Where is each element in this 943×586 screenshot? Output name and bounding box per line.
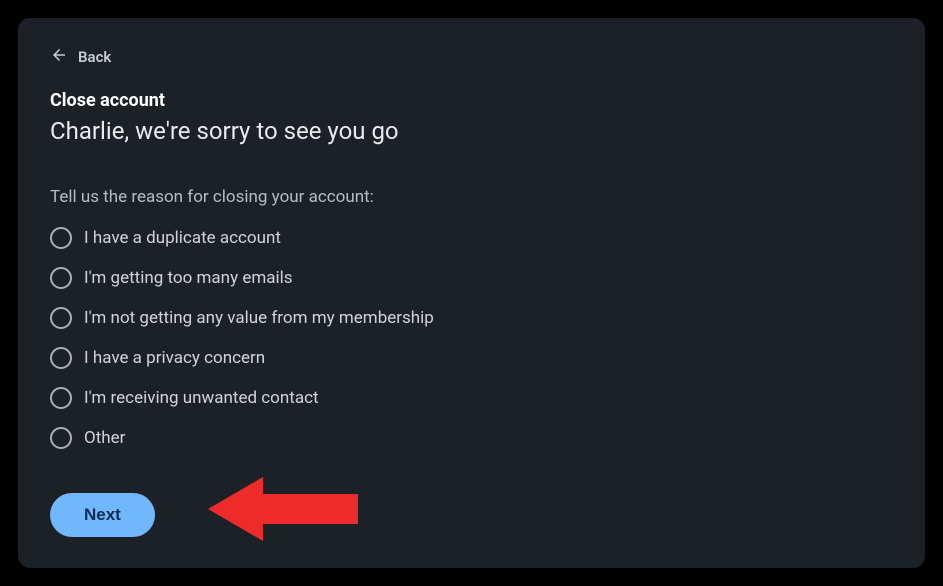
reason-option-privacy[interactable]: I have a privacy concern [50, 347, 893, 369]
back-button[interactable]: Back [50, 46, 111, 68]
option-label: I have a privacy concern [84, 348, 265, 368]
option-label: I have a duplicate account [84, 228, 281, 248]
reason-prompt: Tell us the reason for closing your acco… [50, 187, 893, 207]
radio-icon [50, 387, 72, 409]
radio-icon [50, 227, 72, 249]
back-label: Back [78, 48, 111, 66]
next-button[interactable]: Next [50, 493, 155, 537]
reason-option-unwanted-contact[interactable]: I'm receiving unwanted contact [50, 387, 893, 409]
page-title: Close account [50, 90, 893, 111]
option-label: Other [84, 428, 125, 448]
radio-icon [50, 307, 72, 329]
reason-options: I have a duplicate account I'm getting t… [50, 227, 893, 449]
option-label: I'm receiving unwanted contact [84, 388, 319, 408]
reason-option-no-value[interactable]: I'm not getting any value from my member… [50, 307, 893, 329]
radio-icon [50, 427, 72, 449]
radio-icon [50, 267, 72, 289]
radio-icon [50, 347, 72, 369]
annotation-arrow-icon [208, 474, 358, 544]
option-label: I'm not getting any value from my member… [84, 308, 434, 328]
reason-option-duplicate[interactable]: I have a duplicate account [50, 227, 893, 249]
arrow-left-icon [50, 46, 68, 68]
option-label: I'm getting too many emails [84, 268, 293, 288]
page-subheadline: Charlie, we're sorry to see you go [50, 117, 893, 145]
reason-option-other[interactable]: Other [50, 427, 893, 449]
close-account-panel: Back Close account Charlie, we're sorry … [18, 18, 925, 568]
reason-option-emails[interactable]: I'm getting too many emails [50, 267, 893, 289]
